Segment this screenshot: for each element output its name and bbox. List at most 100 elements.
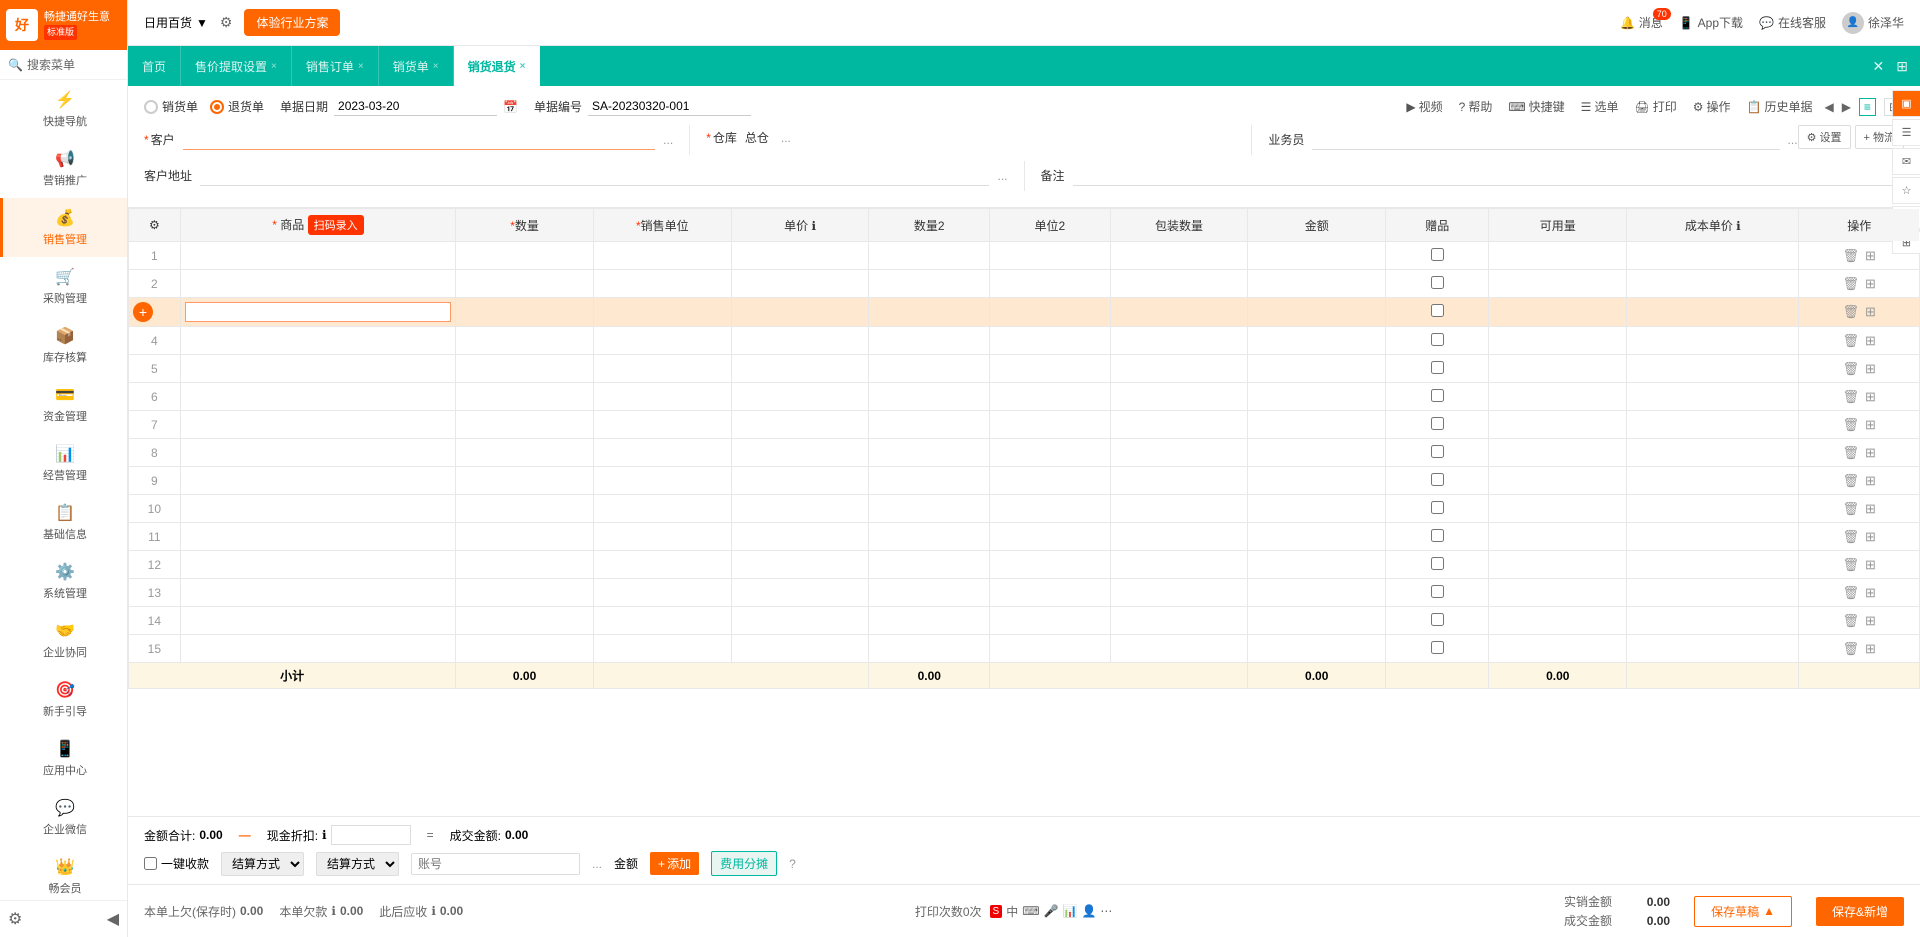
available-cell-2[interactable] (1489, 270, 1627, 298)
qty-cell-15[interactable] (456, 635, 594, 663)
available-cell-9[interactable] (1489, 467, 1627, 495)
pkg-cell-15[interactable] (1110, 635, 1248, 663)
gift-checkbox-11[interactable] (1431, 529, 1444, 542)
unit-cell-13[interactable] (593, 579, 731, 607)
select-btn[interactable]: ☰ 选单 (1577, 96, 1623, 117)
qty-cell-9[interactable] (456, 467, 594, 495)
unit-cell-12[interactable] (593, 551, 731, 579)
settings-action-btn[interactable]: ⚙ 设置 (1798, 125, 1851, 149)
product-cell-4[interactable] (180, 327, 456, 355)
unit2-cell-7[interactable] (990, 411, 1111, 439)
product-cell-5[interactable] (180, 355, 456, 383)
qty-cell-7[interactable] (456, 411, 594, 439)
gift-checkbox-1[interactable] (1431, 248, 1444, 261)
available-cell-6[interactable] (1489, 383, 1627, 411)
product-cell-13[interactable] (180, 579, 456, 607)
col-config[interactable]: ⚙ (129, 209, 181, 242)
unit-cell-6[interactable] (593, 383, 731, 411)
address-input[interactable] (200, 165, 989, 186)
sidebar-item-quick-nav[interactable]: ⚡ 快捷导航 (0, 80, 127, 139)
gift-checkbox-9[interactable] (1431, 473, 1444, 486)
add-payment-button[interactable]: + 添加 (650, 852, 699, 875)
product-cell-9[interactable] (180, 467, 456, 495)
unit-cell-5[interactable] (593, 355, 731, 383)
unit2-cell-4[interactable] (990, 327, 1111, 355)
product-cell-6[interactable] (180, 383, 456, 411)
unit-cell-15[interactable] (593, 635, 731, 663)
cost-cell-6[interactable] (1627, 383, 1799, 411)
user-profile[interactable]: 👤 徐泽华 (1842, 12, 1904, 34)
amount-cell-11[interactable] (1248, 523, 1386, 551)
product-cell-3[interactable] (180, 298, 456, 327)
cost-cell-5[interactable] (1627, 355, 1799, 383)
customer-service[interactable]: 💬 在线客服 (1759, 14, 1826, 31)
gift-checkbox-8[interactable] (1431, 445, 1444, 458)
unit-cell-10[interactable] (593, 495, 731, 523)
amount-cell-9[interactable] (1248, 467, 1386, 495)
unit2-cell-10[interactable] (990, 495, 1111, 523)
qty-cell-6[interactable] (456, 383, 594, 411)
available-cell-4[interactable] (1489, 327, 1627, 355)
footer-tool-1[interactable]: 中 (1006, 903, 1018, 920)
calc-method-select[interactable]: 结算方式 (221, 852, 304, 876)
qty-cell-5[interactable] (456, 355, 594, 383)
app-download[interactable]: 📱 App下载 (1679, 14, 1743, 31)
copy-icon-2[interactable]: ⊞ (1865, 276, 1876, 292)
gift-checkbox-10[interactable] (1431, 501, 1444, 514)
available-cell-3[interactable] (1489, 298, 1627, 327)
sidebar-item-app-center[interactable]: 📱 应用中心 (0, 729, 127, 788)
copy-icon-1[interactable]: ⊞ (1865, 248, 1876, 264)
amount-cell-7[interactable] (1248, 411, 1386, 439)
sidebar-item-marketing[interactable]: 📢 营销推广 (0, 139, 127, 198)
available-cell-12[interactable] (1489, 551, 1627, 579)
available-cell-15[interactable] (1489, 635, 1627, 663)
pkg-cell-14[interactable] (1110, 607, 1248, 635)
right-panel-panel3[interactable]: ✉ (1892, 148, 1920, 175)
account-number-input[interactable] (411, 853, 580, 875)
pkg-cell-1[interactable] (1110, 242, 1248, 270)
cost-cell-15[interactable] (1627, 635, 1799, 663)
qty-cell-4[interactable] (456, 327, 594, 355)
cost-cell-4[interactable] (1627, 327, 1799, 355)
footer-tool-3[interactable]: 🎤 (1044, 904, 1059, 918)
salesperson-input[interactable] (1312, 129, 1779, 150)
gift-checkbox-4[interactable] (1431, 333, 1444, 346)
copy-icon-9[interactable]: ⊞ (1865, 473, 1876, 489)
available-cell-1[interactable] (1489, 242, 1627, 270)
sidebar-item-inventory[interactable]: 📦 库存核算 (0, 316, 127, 375)
copy-icon-13[interactable]: ⊞ (1865, 585, 1876, 601)
qty2-cell-13[interactable] (869, 579, 990, 607)
copy-icon-8[interactable]: ⊞ (1865, 445, 1876, 461)
qty2-cell-7[interactable] (869, 411, 990, 439)
footer-tool-4[interactable]: 📊 (1063, 904, 1078, 918)
gift-checkbox-5[interactable] (1431, 361, 1444, 374)
copy-icon-10[interactable]: ⊞ (1865, 501, 1876, 517)
date-input[interactable] (334, 97, 497, 116)
tab-sales-goods[interactable]: 销货单× (379, 46, 454, 86)
unit2-cell-6[interactable] (990, 383, 1111, 411)
cost-cell-1[interactable] (1627, 242, 1799, 270)
radio-sales[interactable]: 销货单 (144, 98, 198, 115)
unit2-cell-12[interactable] (990, 551, 1111, 579)
remark-input[interactable] (1073, 165, 1904, 186)
unit-cell-14[interactable] (593, 607, 731, 635)
history-nav-prev[interactable]: ◀ (1824, 100, 1833, 114)
gift-checkbox-2[interactable] (1431, 276, 1444, 289)
delete-icon-9[interactable]: 🗑 (1842, 473, 1859, 489)
qty2-cell-4[interactable] (869, 327, 990, 355)
copy-icon-5[interactable]: ⊞ (1865, 361, 1876, 377)
copy-icon-15[interactable]: ⊞ (1865, 641, 1876, 657)
tab-home[interactable]: 首页 (128, 46, 181, 86)
price-cell-7[interactable] (731, 411, 869, 439)
help-btn[interactable]: ? 帮助 (1455, 96, 1497, 117)
copy-icon-7[interactable]: ⊞ (1865, 417, 1876, 433)
pkg-cell-8[interactable] (1110, 439, 1248, 467)
delete-icon-2[interactable]: 🗑 (1842, 276, 1859, 292)
qty-cell-1[interactable] (456, 242, 594, 270)
product-cell-11[interactable] (180, 523, 456, 551)
account-dots[interactable]: ... (592, 857, 602, 871)
tab-close-sales-return[interactable]: × (520, 61, 526, 72)
amount-cell-1[interactable] (1248, 242, 1386, 270)
sidebar-item-operations[interactable]: 📊 经营管理 (0, 434, 127, 493)
print-btn[interactable]: 🖨 打印 (1630, 96, 1680, 117)
